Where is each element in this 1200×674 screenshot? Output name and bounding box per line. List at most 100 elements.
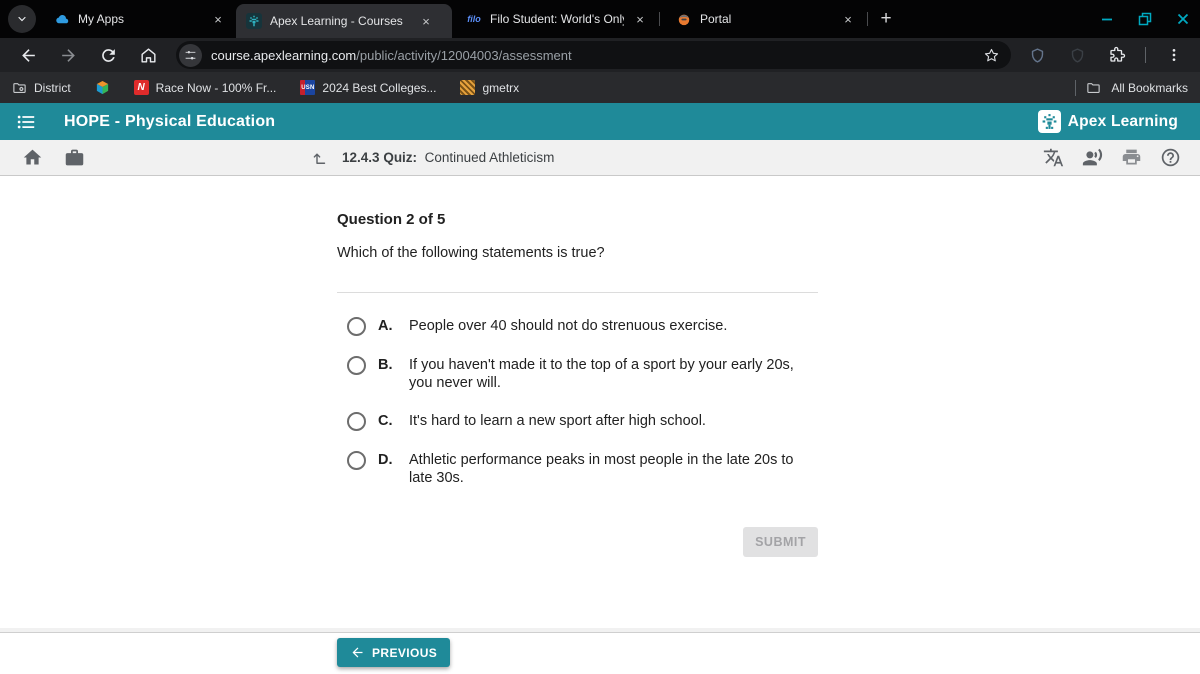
translate-icon[interactable] [1041, 146, 1065, 170]
extension-shield-icon[interactable] [1025, 43, 1049, 67]
folder-icon [1086, 80, 1101, 95]
portal-favicon-icon [676, 11, 692, 27]
bookmark-label: Race Now - 100% Fr... [155, 80, 277, 95]
tab-separator [659, 12, 660, 26]
bookmark-race-now[interactable]: N Race Now - 100% Fr... [133, 80, 277, 95]
site-info-icon[interactable] [179, 43, 202, 67]
apex-favicon-icon [246, 13, 262, 29]
close-tab-icon[interactable]: × [632, 11, 648, 27]
close-tab-icon[interactable]: × [210, 11, 226, 27]
bookmarks-separator [1075, 79, 1077, 96]
home-icon[interactable] [136, 43, 160, 67]
bookmark-label: 2024 Best Colleges... [322, 80, 437, 95]
search-tabs-button[interactable] [8, 5, 36, 33]
tab-my-apps[interactable]: My Apps × [44, 0, 234, 38]
course-header: HOPE - Physical Education Apex Learning [0, 103, 1200, 140]
activity-number: 12.4.3 [342, 150, 380, 165]
question-progress: Question 2 of 5 [337, 211, 446, 228]
tab-title: Filo Student: World's Only Live [490, 12, 624, 26]
browser-menu-icon[interactable] [1162, 43, 1186, 67]
activity-bar-tools [1041, 146, 1200, 170]
bookmark-label: gmetrx [482, 80, 520, 95]
radio-option-c[interactable] [347, 412, 366, 432]
bookmark-district[interactable]: District [12, 80, 71, 95]
tab-portal[interactable]: Portal × [666, 0, 864, 38]
print-icon[interactable] [1119, 146, 1143, 170]
radio-option-a[interactable] [347, 317, 366, 336]
new-tab-button[interactable]: + [874, 7, 898, 31]
cube-icon [95, 80, 110, 95]
n-badge-icon: N [133, 80, 149, 95]
browser-window: My Apps × Apex Learning - Courses × filo… [0, 0, 1200, 674]
restore-window-icon[interactable] [1136, 10, 1154, 28]
activity-type: Quiz: [383, 150, 418, 165]
bookmark-star-icon[interactable] [979, 43, 1003, 67]
chevron-down-icon [18, 16, 26, 22]
tab-title: My Apps [78, 12, 125, 26]
option-letter: B. [378, 357, 393, 373]
tab-strip: My Apps × Apex Learning - Courses × filo… [0, 0, 1200, 38]
option-d[interactable]: D. Athletic performance peaks in most pe… [337, 451, 818, 487]
window-controls [1098, 0, 1192, 38]
nav-icons [10, 43, 166, 67]
tab-apex-learning[interactable]: Apex Learning - Courses × [236, 4, 452, 38]
browser-toolbar: course.apexlearning.com/public/activity/… [0, 38, 1200, 72]
activity-label: 12.4.3 Quiz: Continued Athleticism [342, 150, 554, 165]
tab-title: Apex Learning - Courses [270, 14, 403, 28]
back-icon[interactable] [16, 43, 40, 67]
url-host: course.apexlearning.com [211, 47, 357, 63]
option-text: People over 40 should not do strenuous e… [409, 318, 728, 334]
option-text: If you haven't made it to the top of a s… [409, 357, 794, 391]
apex-learning-logo: Apex Learning [1037, 110, 1186, 133]
option-b[interactable]: B. If you haven't made it to the top of … [337, 356, 818, 392]
previous-label: PREVIOUS [372, 645, 438, 660]
filo-favicon-icon: filo [467, 14, 481, 24]
course-title: HOPE - Physical Education [64, 112, 276, 130]
forward-icon[interactable] [56, 43, 80, 67]
extension-shield-dark-icon[interactable] [1065, 43, 1089, 67]
toolbar-separator [1145, 47, 1146, 63]
close-tab-icon[interactable]: × [840, 11, 856, 27]
activity-title: Continued Athleticism [424, 150, 555, 165]
content-end-strip [0, 628, 1200, 633]
brand-name: Apex Learning [1067, 112, 1178, 130]
usn-badge-icon: USN [300, 80, 316, 95]
minimize-window-icon[interactable] [1098, 10, 1116, 28]
tab-title: Portal [700, 12, 732, 26]
up-arrow-icon[interactable] [308, 146, 332, 170]
radio-option-b[interactable] [347, 356, 366, 375]
managed-folder-icon [12, 80, 27, 95]
text-to-speech-icon[interactable] [1080, 146, 1104, 170]
all-bookmarks-label: All Bookmarks [1111, 80, 1188, 95]
option-c[interactable]: C. It's hard to learn a new sport after … [337, 412, 818, 432]
close-tab-icon[interactable]: × [418, 13, 434, 29]
help-icon[interactable] [1158, 146, 1182, 170]
home-dashboard-icon[interactable] [20, 146, 44, 170]
tab-separator [867, 12, 868, 26]
address-bar[interactable]: course.apexlearning.com/public/activity/… [176, 41, 1011, 69]
all-bookmarks[interactable]: All Bookmarks [1075, 79, 1188, 96]
bookmarks-bar: District N Race Now - 100% Fr... USN 202… [0, 72, 1200, 103]
url-text: course.apexlearning.com/public/activity/… [211, 48, 979, 63]
question-prompt: Which of the following statements is tru… [337, 245, 605, 261]
submit-row: SUBMIT [337, 526, 818, 557]
reload-icon[interactable] [96, 43, 120, 67]
activity-bar-left [0, 146, 86, 170]
option-a[interactable]: A. People over 40 should not do strenuou… [337, 317, 818, 336]
tab-filo-student[interactable]: filo Filo Student: World's Only Live × [456, 0, 656, 38]
bookmark-best-colleges[interactable]: USN 2024 Best Colleges... [300, 80, 436, 95]
extensions-puzzle-icon[interactable] [1105, 43, 1129, 67]
bookmark-cube[interactable] [95, 80, 110, 95]
course-outline-menu-icon[interactable] [14, 110, 38, 134]
bookmark-gmetrx[interactable]: gmetrx [460, 80, 519, 95]
close-window-icon[interactable] [1174, 10, 1192, 28]
submit-button[interactable]: SUBMIT [743, 526, 818, 557]
apex-logo-icon [1037, 110, 1061, 133]
option-letter: A. [378, 318, 393, 334]
bookmark-label: District [34, 80, 71, 95]
previous-button[interactable]: PREVIOUS [337, 638, 451, 667]
briefcase-icon[interactable] [62, 146, 86, 170]
radio-option-d[interactable] [347, 451, 366, 471]
toolbar-right [1021, 43, 1190, 67]
arrow-left-icon [352, 647, 363, 658]
